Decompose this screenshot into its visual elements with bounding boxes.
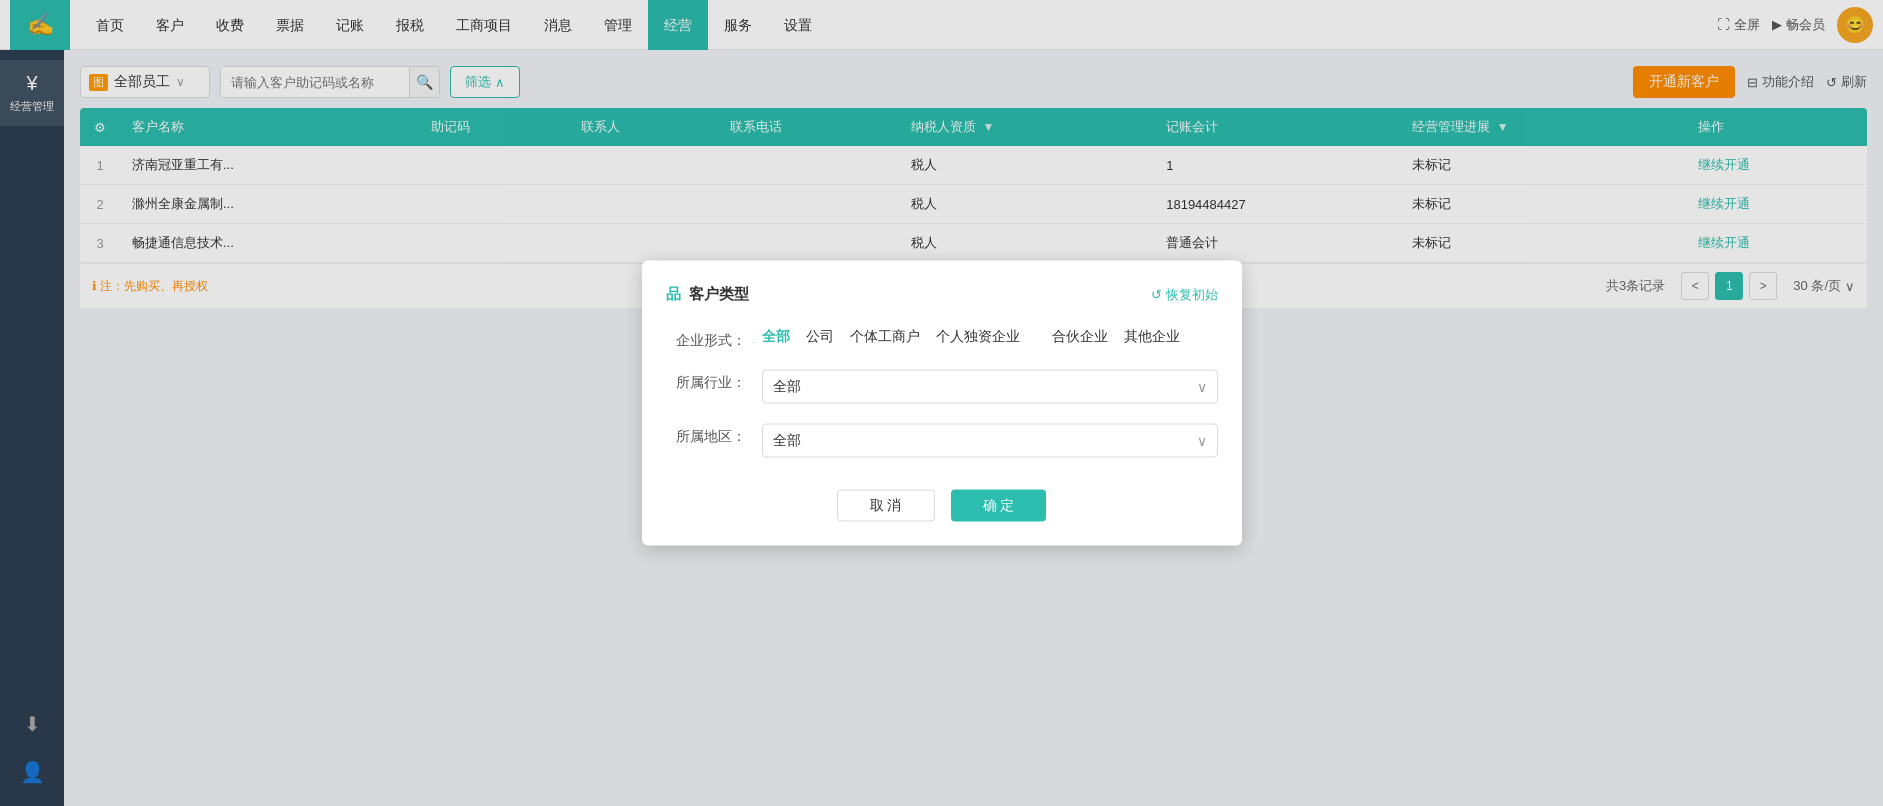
opt-all[interactable]: 全部 [762, 328, 790, 346]
modal-footer: 取 消 确 定 [666, 490, 1218, 522]
industry-form-row: 所属行业： 全部 ∨ [666, 370, 1218, 404]
industry-label: 所属行业： [666, 370, 746, 392]
restore-label: 恢复初始 [1166, 285, 1218, 303]
opt-partnership[interactable]: 合伙企业 [1052, 328, 1108, 346]
cancel-button[interactable]: 取 消 [837, 490, 935, 522]
modal-title-text: 客户类型 [689, 285, 749, 304]
opt-sole[interactable]: 个人独资企业 [936, 328, 1020, 346]
restore-icon: ↺ [1151, 287, 1162, 302]
region-select-wrap: 全部 ∨ [762, 424, 1218, 458]
opt-other[interactable]: 其他企业 [1124, 328, 1180, 346]
region-form-row: 所属地区： 全部 ∨ [666, 424, 1218, 458]
chevron-down-icon: ∨ [1197, 433, 1207, 449]
customer-type-icon: 品 [666, 285, 681, 304]
enterprise-form-label: 企业形式： [666, 328, 746, 350]
restore-button[interactable]: ↺ 恢复初始 [1151, 285, 1218, 303]
region-label: 所属地区： [666, 424, 746, 446]
modal-title: 品 客户类型 [666, 285, 749, 304]
chevron-down-icon: ∨ [1197, 379, 1207, 395]
region-select[interactable]: 全部 ∨ [762, 424, 1218, 458]
confirm-button[interactable]: 确 定 [951, 490, 1047, 522]
industry-select-wrap: 全部 ∨ [762, 370, 1218, 404]
filter-modal: 品 客户类型 ↺ 恢复初始 企业形式： 全部 公司 个体工商户 个人独资企业 合… [642, 261, 1242, 546]
industry-select[interactable]: 全部 ∨ [762, 370, 1218, 404]
modal-header: 品 客户类型 ↺ 恢复初始 [666, 285, 1218, 304]
enterprise-form-row: 企业形式： 全部 公司 个体工商户 个人独资企业 合伙企业 其他企业 [666, 328, 1218, 350]
region-value: 全部 [773, 432, 801, 450]
opt-company[interactable]: 公司 [806, 328, 834, 346]
enterprise-form-options: 全部 公司 个体工商户 个人独资企业 合伙企业 其他企业 [762, 328, 1180, 346]
opt-individual[interactable]: 个体工商户 [850, 328, 920, 346]
industry-value: 全部 [773, 378, 801, 396]
